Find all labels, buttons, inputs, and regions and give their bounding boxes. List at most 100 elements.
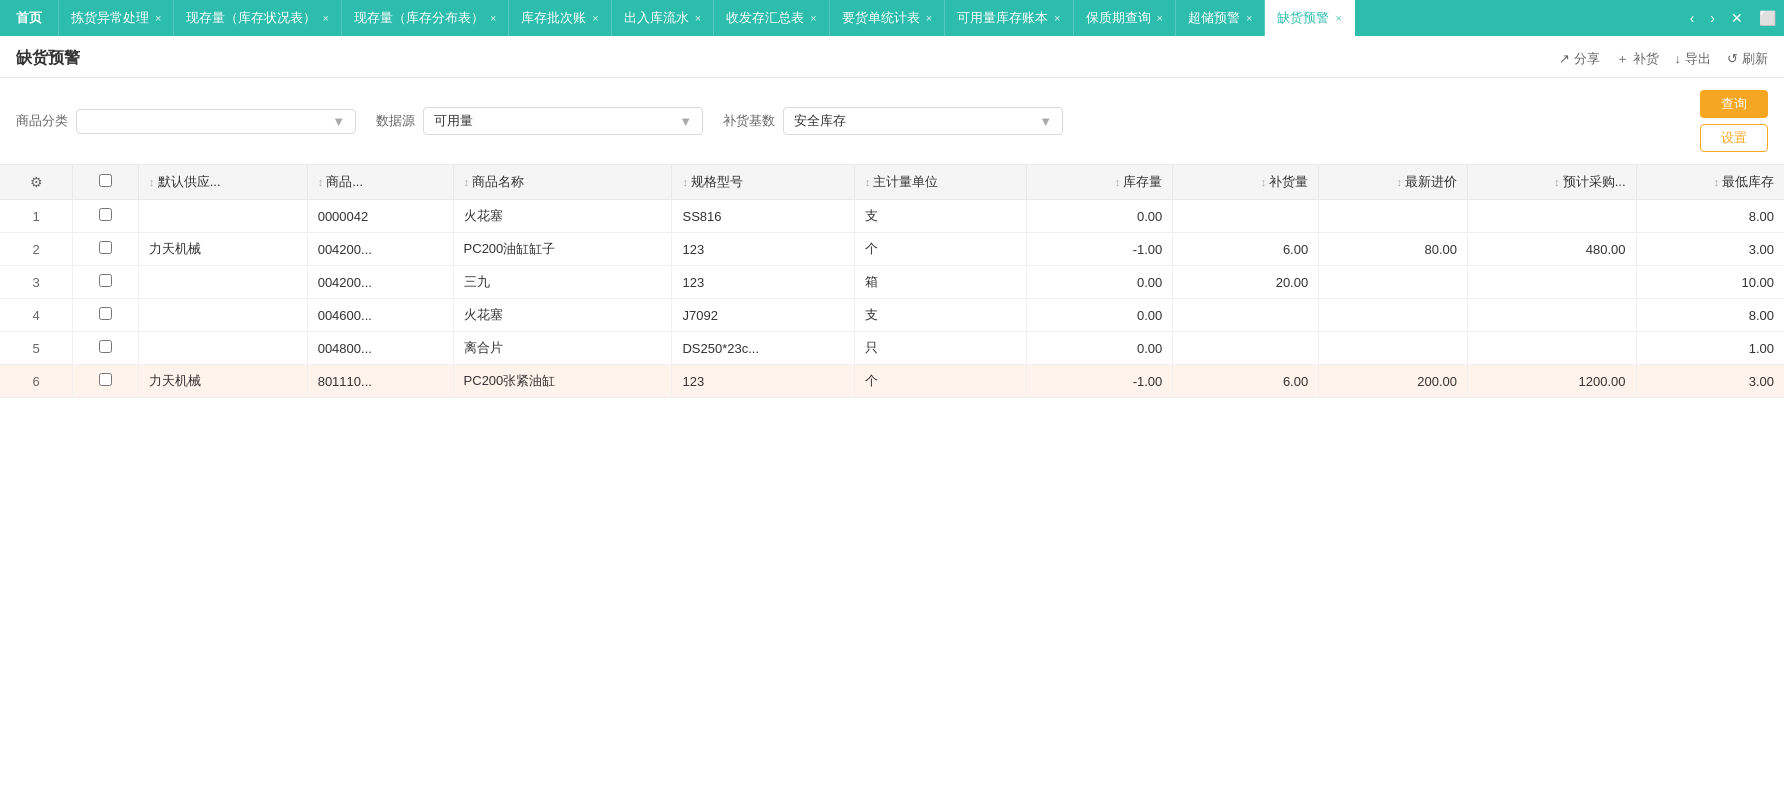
row-checkbox[interactable]: [99, 373, 112, 386]
tab-expand-button[interactable]: ⬜: [1751, 0, 1784, 36]
close-icon[interactable]: ×: [1246, 12, 1252, 24]
row-unit: 支: [854, 299, 1026, 332]
table-row: 3 004200... 三九 123 箱 0.00 20.00 10.00: [0, 266, 1784, 299]
tab-batch-account[interactable]: 库存批次账 ×: [509, 0, 611, 36]
tab-inventory-status[interactable]: 现存量（库存状况表） ×: [174, 0, 341, 36]
close-icon[interactable]: ×: [1335, 12, 1341, 24]
row-index: 4: [0, 299, 73, 332]
tab-requisition-stat[interactable]: 要货单统计表 ×: [830, 0, 945, 36]
row-checkbox[interactable]: [99, 307, 112, 320]
row-checkbox-cell[interactable]: [73, 200, 139, 233]
tab-shortage-warning[interactable]: 缺货预警 ×: [1265, 0, 1354, 36]
row-min-stock: 1.00: [1636, 332, 1784, 365]
close-icon[interactable]: ×: [322, 12, 328, 24]
datasource-filter-group: 数据源 可用量 ▼: [376, 107, 703, 135]
tab-receive-summary[interactable]: 收发存汇总表 ×: [714, 0, 829, 36]
row-latest-price: 80.00: [1319, 233, 1468, 266]
th-spec[interactable]: 规格型号: [672, 165, 854, 200]
refresh-button[interactable]: ↺ 刷新: [1727, 50, 1768, 68]
table-row: 2 力天机械 004200... PC200油缸缸子 123 个 -1.00 6…: [0, 233, 1784, 266]
row-min-stock: 10.00: [1636, 266, 1784, 299]
row-checkbox[interactable]: [99, 274, 112, 287]
close-icon[interactable]: ×: [926, 12, 932, 24]
row-code: 004600...: [307, 299, 453, 332]
row-unit: 箱: [854, 266, 1026, 299]
row-stock: -1.00: [1027, 233, 1173, 266]
table-row: 1 0000042 火花塞 SS816 支 0.00 8.00: [0, 200, 1784, 233]
row-supplier: [139, 266, 308, 299]
settings-button[interactable]: 设置: [1700, 124, 1768, 152]
row-index: 6: [0, 365, 73, 398]
row-stock: 0.00: [1027, 299, 1173, 332]
replenish-base-select[interactable]: 安全库存 ▼: [783, 107, 1063, 135]
row-checkbox-cell[interactable]: [73, 266, 139, 299]
th-supplier[interactable]: 默认供应...: [139, 165, 308, 200]
row-checkbox[interactable]: [99, 241, 112, 254]
tab-home[interactable]: 首页: [0, 0, 59, 36]
row-stock: 0.00: [1027, 266, 1173, 299]
row-code: 801110...: [307, 365, 453, 398]
tab-pick-exception[interactable]: 拣货异常处理 ×: [59, 0, 174, 36]
th-min-stock[interactable]: 最低库存: [1636, 165, 1784, 200]
th-est-purchase[interactable]: 预计采购...: [1467, 165, 1636, 200]
close-icon[interactable]: ×: [592, 12, 598, 24]
gear-icon[interactable]: ⚙: [30, 174, 43, 190]
close-icon[interactable]: ×: [810, 12, 816, 24]
th-replenish[interactable]: 补货量: [1173, 165, 1319, 200]
datasource-select[interactable]: 可用量 ▼: [423, 107, 703, 135]
th-settings[interactable]: ⚙: [0, 165, 73, 200]
close-icon[interactable]: ×: [695, 12, 701, 24]
export-button[interactable]: ↓ 导出: [1675, 50, 1712, 68]
category-select[interactable]: ▼: [76, 109, 356, 134]
close-icon[interactable]: ×: [1157, 12, 1163, 24]
tab-overstock-warning[interactable]: 超储预警 ×: [1176, 0, 1265, 36]
close-icon[interactable]: ×: [490, 12, 496, 24]
tab-inventory-dist[interactable]: 现存量（库存分布表） ×: [342, 0, 509, 36]
row-supplier: 力天机械: [139, 365, 308, 398]
row-est-purchase: [1467, 332, 1636, 365]
row-spec: 123: [672, 233, 854, 266]
category-label: 商品分类: [16, 112, 68, 130]
tab-close-all-button[interactable]: ✕: [1723, 0, 1751, 36]
tab-in-out-flow[interactable]: 出入库流水 ×: [612, 0, 714, 36]
tab-available-ledger[interactable]: 可用量库存账本 ×: [945, 0, 1073, 36]
select-all-checkbox[interactable]: [99, 174, 112, 187]
tab-prev-button[interactable]: ‹: [1682, 0, 1703, 36]
row-checkbox-cell[interactable]: [73, 332, 139, 365]
row-supplier: [139, 332, 308, 365]
row-checkbox-cell[interactable]: [73, 233, 139, 266]
row-stock: 0.00: [1027, 200, 1173, 233]
row-checkbox-cell[interactable]: [73, 365, 139, 398]
tab-expiry-query[interactable]: 保质期查询 ×: [1074, 0, 1176, 36]
row-index: 5: [0, 332, 73, 365]
replenish-base-label: 补货基数: [723, 112, 775, 130]
row-checkbox[interactable]: [99, 208, 112, 221]
share-button[interactable]: ↗ 分享: [1559, 50, 1600, 68]
th-checkbox[interactable]: [73, 165, 139, 200]
th-stock[interactable]: 库存量: [1027, 165, 1173, 200]
row-unit: 支: [854, 200, 1026, 233]
row-checkbox-cell[interactable]: [73, 299, 139, 332]
row-unit: 个: [854, 233, 1026, 266]
row-unit: 个: [854, 365, 1026, 398]
row-checkbox[interactable]: [99, 340, 112, 353]
query-button[interactable]: 查询: [1700, 90, 1768, 118]
close-icon[interactable]: ×: [155, 12, 161, 24]
row-index: 2: [0, 233, 73, 266]
row-replenish: 6.00: [1173, 233, 1319, 266]
close-icon[interactable]: ×: [1054, 12, 1060, 24]
replenish-button[interactable]: ＋ 补货: [1616, 50, 1659, 68]
th-code[interactable]: 商品...: [307, 165, 453, 200]
row-index: 3: [0, 266, 73, 299]
th-latest-price[interactable]: 最新进价: [1319, 165, 1468, 200]
row-latest-price: [1319, 332, 1468, 365]
row-latest-price: [1319, 266, 1468, 299]
th-name[interactable]: 商品名称: [453, 165, 672, 200]
row-replenish: 20.00: [1173, 266, 1319, 299]
replenish-base-filter-group: 补货基数 安全库存 ▼: [723, 107, 1063, 135]
row-code: 004200...: [307, 266, 453, 299]
row-spec: J7092: [672, 299, 854, 332]
tab-next-button[interactable]: ›: [1702, 0, 1723, 36]
row-name: 离合片: [453, 332, 672, 365]
th-unit[interactable]: 主计量单位: [854, 165, 1026, 200]
